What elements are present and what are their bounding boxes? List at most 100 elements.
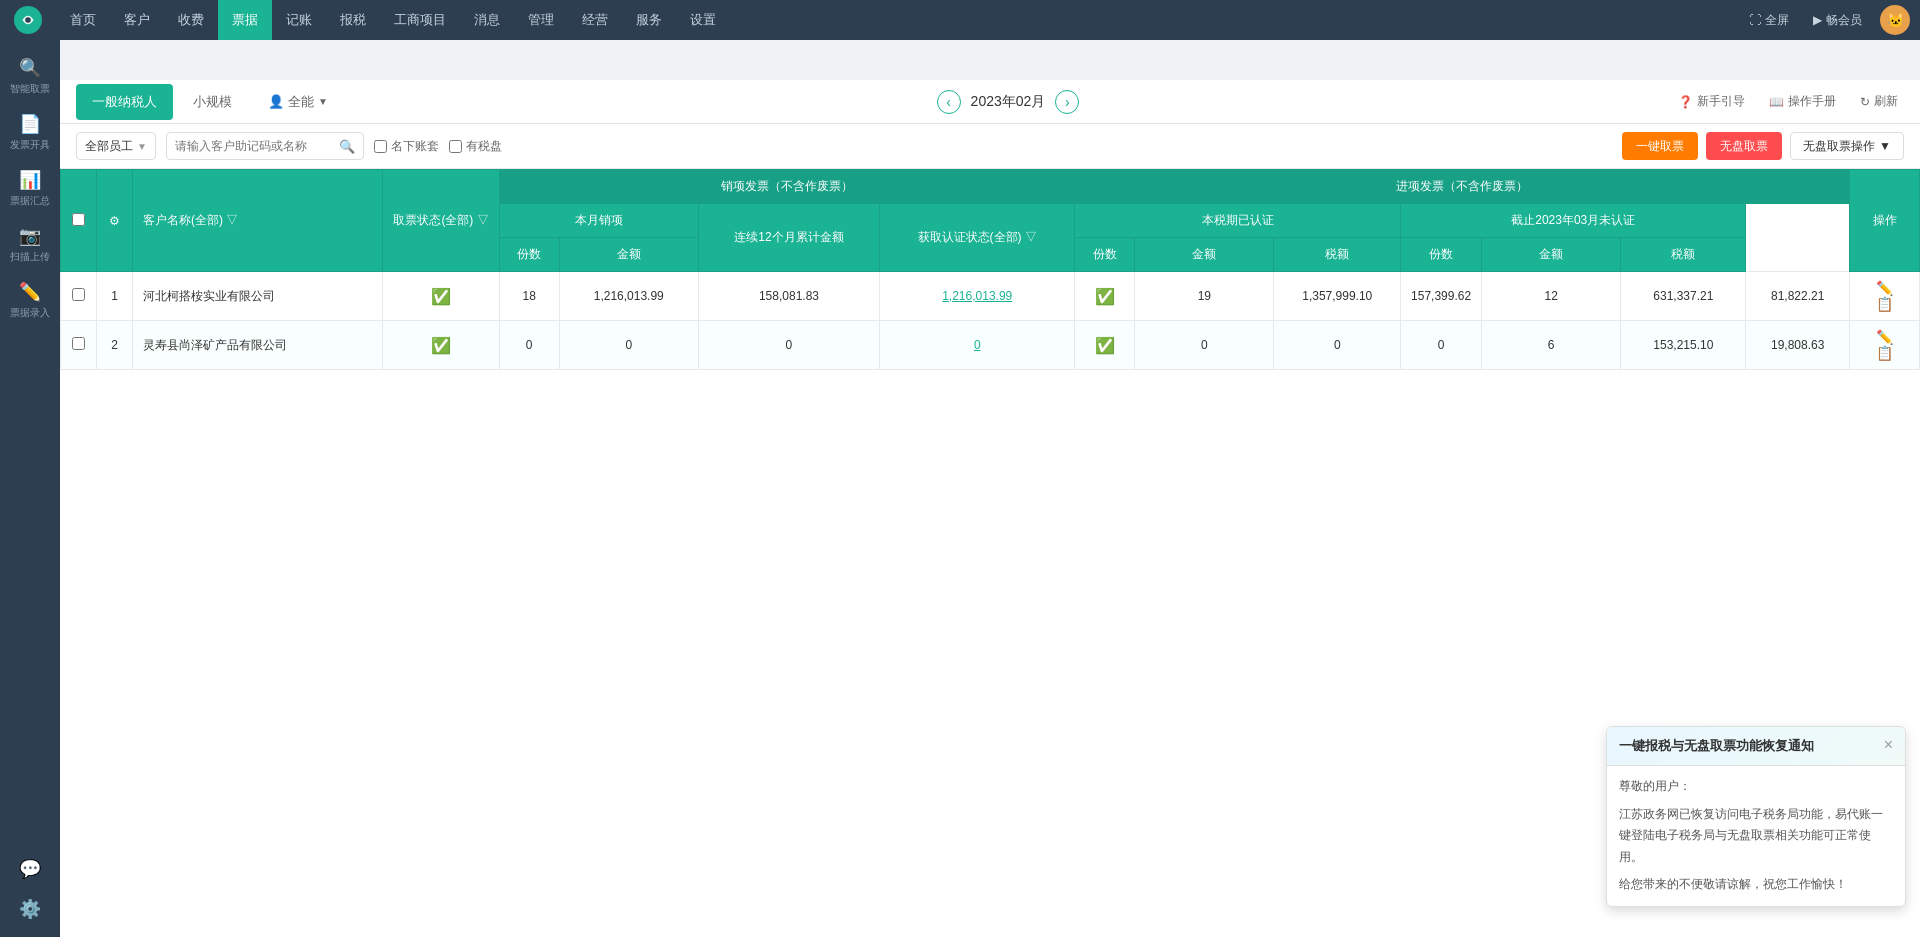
th-sales-group: 销项发票（不含作废票） bbox=[499, 170, 1075, 204]
nav-business[interactable]: 工商项目 bbox=[380, 0, 460, 40]
sidebar-item-invoice-summary[interactable]: 📊 票据汇总 bbox=[4, 162, 56, 214]
tab-all[interactable]: 👤 全能 ▼ bbox=[252, 84, 344, 120]
employee-select-label: 全部员工 bbox=[85, 138, 133, 155]
nav-accounting[interactable]: 记账 bbox=[272, 0, 326, 40]
nav-fee[interactable]: 收费 bbox=[164, 0, 218, 40]
sidebar-message-button[interactable]: 💬 bbox=[12, 851, 48, 887]
notification-panel: 一键报税与无盘取票功能恢复通知 × 尊敬的用户： 江苏政务网已恢复访问电子税务局… bbox=[1606, 726, 1906, 907]
left-sidebar: 🔍 智能取票 📄 发票开具 📊 票据汇总 📷 扫描上传 ✏️ 票据录入 💬 ⚙️ bbox=[0, 40, 60, 937]
date-next-button[interactable]: › bbox=[1055, 90, 1079, 114]
th-input-uncert-count: 份数 bbox=[1401, 238, 1482, 272]
nav-service[interactable]: 服务 bbox=[622, 0, 676, 40]
th-input-cert-tax: 税额 bbox=[1274, 238, 1401, 272]
refresh-button[interactable]: ↻ 刷新 bbox=[1854, 91, 1904, 112]
top-right-actions: ⛶ 全屏 ▶ 畅会员 🐱 bbox=[1743, 5, 1910, 35]
th-fetch-status: 取票状态(全部) ▽ bbox=[383, 170, 499, 272]
th-checkbox bbox=[61, 170, 97, 272]
sidebar-item-invoice-entry[interactable]: ✏️ 票据录入 bbox=[4, 274, 56, 326]
sidebar-item-invoice-open[interactable]: 📄 发票开具 bbox=[4, 106, 56, 158]
sidebar-item-smart-fetch[interactable]: 🔍 智能取票 bbox=[4, 50, 56, 102]
row2-edit-icon[interactable]: ✏️ bbox=[1876, 329, 1893, 345]
new-guide-button[interactable]: ❓ 新手引导 bbox=[1672, 91, 1751, 112]
search-input[interactable] bbox=[175, 139, 335, 153]
notification-apology: 给您带来的不便敬请谅解，祝您工作愉快！ bbox=[1619, 874, 1893, 896]
refresh-icon: ↻ bbox=[1860, 95, 1870, 109]
row1-more-icon[interactable]: 📋 bbox=[1876, 296, 1893, 312]
fullscreen-button[interactable]: ⛶ 全屏 bbox=[1743, 10, 1795, 31]
row1-actions: ✏️ 📋 bbox=[1850, 272, 1920, 321]
tab-bar: 一般纳税人 小规模 👤 全能 ▼ ‹ 2023年02月 › ❓ 新手引导 📖 操… bbox=[60, 80, 1920, 124]
row1-sales-count: 18 bbox=[499, 272, 559, 321]
row1-input-uncert-tax: 81,822.21 bbox=[1746, 272, 1850, 321]
invoice-open-icon: 📄 bbox=[19, 113, 41, 135]
row1-12m-link[interactable]: 1,216,013.99 bbox=[942, 289, 1012, 303]
nav-tax[interactable]: 报税 bbox=[326, 0, 380, 40]
fullscreen-icon: ⛶ bbox=[1749, 13, 1761, 27]
row2-input-uncert-count: 6 bbox=[1482, 321, 1621, 370]
filter-own-accounts[interactable]: 名下账套 bbox=[374, 138, 439, 155]
search-box: 🔍 bbox=[166, 132, 364, 160]
row2-select-checkbox[interactable] bbox=[72, 337, 85, 350]
th-sales-month: 本月销项 bbox=[499, 204, 698, 238]
svg-point-1 bbox=[25, 17, 31, 23]
select-all-checkbox[interactable] bbox=[72, 213, 85, 226]
no-disk-ops-button[interactable]: 无盘取票操作 ▼ bbox=[1790, 132, 1904, 160]
nav-home[interactable]: 首页 bbox=[56, 0, 110, 40]
row1-input-cert-count: 19 bbox=[1135, 272, 1274, 321]
th-sales-amount: 金额 bbox=[559, 238, 698, 272]
top-navigation: 首页 客户 收费 票据 记账 报税 工商项目 消息 管理 经营 服务 设置 ⛶ … bbox=[0, 0, 1920, 40]
tab-small-scale[interactable]: 小规模 bbox=[177, 84, 248, 120]
one-click-fetch-button[interactable]: 一键取票 bbox=[1622, 132, 1698, 160]
sidebar-item-scan-upload[interactable]: 📷 扫描上传 bbox=[4, 218, 56, 270]
no-disk-fetch-button[interactable]: 无盘取票 bbox=[1706, 132, 1782, 160]
guide-icon: ❓ bbox=[1678, 95, 1693, 109]
th-input-uncertified: 截止2023年03月未认证 bbox=[1401, 204, 1746, 238]
th-customer: 客户名称(全部) ▽ bbox=[133, 170, 383, 272]
member-button[interactable]: ▶ 畅会员 bbox=[1807, 10, 1868, 31]
row2-12m-link[interactable]: 0 bbox=[974, 338, 981, 352]
user-avatar[interactable]: 🐱 bbox=[1880, 5, 1910, 35]
row1-input-uncert-amount: 631,337.21 bbox=[1621, 272, 1746, 321]
manual-button[interactable]: 📖 操作手册 bbox=[1763, 91, 1842, 112]
nav-manage[interactable]: 管理 bbox=[514, 0, 568, 40]
date-display: 2023年02月 bbox=[971, 93, 1046, 111]
tab-general-taxpayer[interactable]: 一般纳税人 bbox=[76, 84, 173, 120]
row1-edit-icon[interactable]: ✏️ bbox=[1876, 280, 1893, 296]
row1-cert-status: ✅ bbox=[1075, 272, 1135, 321]
th-input-uncert-tax: 税额 bbox=[1621, 238, 1746, 272]
date-prev-button[interactable]: ‹ bbox=[937, 90, 961, 114]
nav-operation[interactable]: 经营 bbox=[568, 0, 622, 40]
row1-fetch-status: ✅ bbox=[383, 272, 499, 321]
sidebar-settings-button[interactable]: ⚙️ bbox=[12, 891, 48, 927]
toolbar-right-actions: 一键取票 无盘取票 无盘取票操作 ▼ bbox=[1622, 132, 1904, 160]
row2-sales-amount: 0 bbox=[559, 321, 698, 370]
search-icon[interactable]: 🔍 bbox=[339, 139, 355, 154]
notification-header: 一键报税与无盘取票功能恢复通知 × bbox=[1607, 727, 1905, 766]
notification-close-button[interactable]: × bbox=[1884, 737, 1893, 753]
nav-message[interactable]: 消息 bbox=[460, 0, 514, 40]
row1-status-icon: ✅ bbox=[431, 288, 451, 305]
nav-customer[interactable]: 客户 bbox=[110, 0, 164, 40]
row1-customer: 河北柯搭桉实业有限公司 bbox=[133, 272, 383, 321]
th-settings: ⚙ bbox=[97, 170, 133, 272]
row1-select-checkbox[interactable] bbox=[72, 288, 85, 301]
th-input-uncert-amount: 金额 bbox=[1482, 238, 1621, 272]
row2-sales-12m: 0 bbox=[880, 321, 1075, 370]
row2-more-icon[interactable]: 📋 bbox=[1876, 345, 1893, 361]
nav-menu: 首页 客户 收费 票据 记账 报税 工商项目 消息 管理 经营 服务 设置 bbox=[56, 0, 1743, 40]
th-actions: 操作 bbox=[1850, 170, 1920, 272]
row2-index: 2 bbox=[97, 321, 133, 370]
has-tax-disk-checkbox[interactable] bbox=[449, 140, 462, 153]
nav-settings[interactable]: 设置 bbox=[676, 0, 730, 40]
filter-has-tax-disk[interactable]: 有税盘 bbox=[449, 138, 502, 155]
row1-sales-tax: 158,081.83 bbox=[698, 272, 879, 321]
row2-input-cert-count: 0 bbox=[1135, 321, 1274, 370]
row2-status-icon: ✅ bbox=[431, 337, 451, 354]
own-accounts-checkbox[interactable] bbox=[374, 140, 387, 153]
nav-invoice[interactable]: 票据 bbox=[218, 0, 272, 40]
row2-cert-status: ✅ bbox=[1075, 321, 1135, 370]
row2-customer: 灵寿县尚泽矿产品有限公司 bbox=[133, 321, 383, 370]
th-input-certified: 本税期已认证 bbox=[1075, 204, 1401, 238]
employee-select[interactable]: 全部员工 ▼ bbox=[76, 132, 156, 160]
play-icon: ▶ bbox=[1813, 13, 1822, 27]
